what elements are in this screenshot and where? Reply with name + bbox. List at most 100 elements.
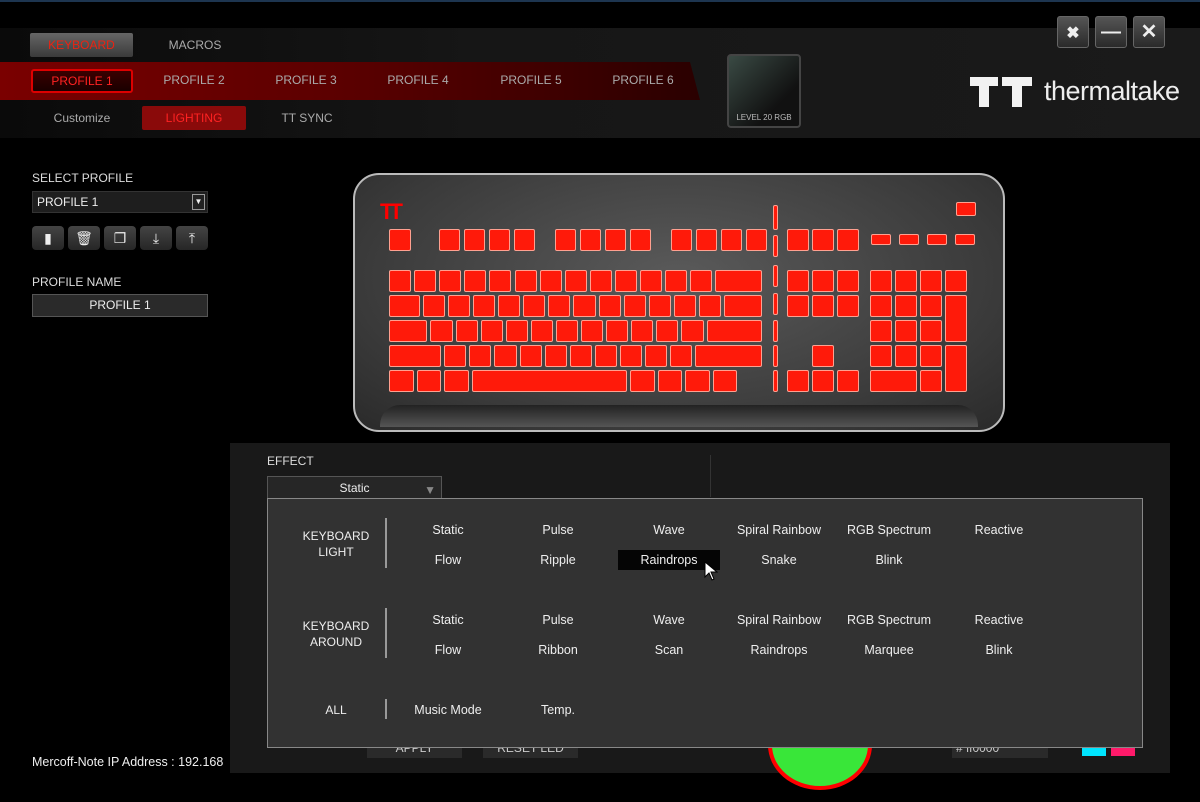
effect-option-flow[interactable]: Flow: [397, 640, 499, 660]
keyboard-key[interactable]: [623, 295, 646, 317]
keyboard-key[interactable]: [787, 270, 809, 292]
keyboard-key[interactable]: [812, 270, 834, 292]
keyboard-key[interactable]: [606, 320, 629, 342]
keyboard-key[interactable]: [464, 229, 485, 251]
keyboard-key[interactable]: [671, 229, 692, 251]
keyboard-key[interactable]: [746, 229, 767, 251]
effect-option-rgb-spectrum[interactable]: RGB Spectrum: [838, 520, 940, 540]
keyboard-key[interactable]: [489, 270, 512, 292]
keyboard-key[interactable]: [837, 229, 859, 251]
settings-button[interactable]: ✖: [1057, 16, 1089, 48]
keyboard-key[interactable]: [787, 229, 809, 251]
keyboard-key[interactable]: [581, 320, 604, 342]
keyboard-key[interactable]: [471, 370, 627, 392]
keyboard-key[interactable]: [523, 295, 546, 317]
profile-name-input[interactable]: PROFILE 1: [32, 294, 208, 317]
keyboard-key[interactable]: [787, 295, 809, 317]
tab-customize[interactable]: Customize: [37, 106, 127, 130]
keyboard-key[interactable]: [564, 270, 587, 292]
keyboard-key[interactable]: [665, 270, 688, 292]
keyboard-key[interactable]: [899, 234, 919, 245]
keyboard-key[interactable]: [955, 234, 975, 245]
effect-option-wave[interactable]: Wave: [618, 610, 720, 630]
keyboard-key[interactable]: [895, 295, 917, 317]
effect-option-static[interactable]: Static: [397, 610, 499, 630]
keyboard-key[interactable]: [530, 320, 553, 342]
keyboard-key[interactable]: [389, 370, 414, 392]
keyboard-key[interactable]: [673, 295, 696, 317]
keyboard-key[interactable]: [895, 270, 917, 292]
keyboard-key[interactable]: [670, 345, 693, 367]
keyboard-key[interactable]: [430, 320, 453, 342]
new-profile-button[interactable]: ▮: [32, 226, 64, 250]
keyboard-key[interactable]: [555, 229, 576, 251]
keyboard-key[interactable]: [812, 295, 834, 317]
keyboard-key[interactable]: [630, 229, 651, 251]
keyboard-key[interactable]: [773, 320, 778, 342]
keyboard-key[interactable]: [629, 370, 655, 392]
keyboard-key[interactable]: [787, 370, 809, 392]
keyboard-key[interactable]: [920, 295, 942, 317]
delete-profile-button[interactable]: 🗑: [68, 226, 100, 250]
effect-option-snake[interactable]: Snake: [728, 550, 830, 570]
effect-select[interactable]: Static ▼: [267, 476, 442, 498]
keyboard-key[interactable]: [945, 270, 967, 292]
device-thumbnail[interactable]: LEVEL 20 RGB: [727, 54, 801, 128]
tab-lighting[interactable]: LIGHTING: [142, 106, 246, 130]
keyboard-key[interactable]: [773, 345, 778, 367]
keyboard-key[interactable]: [927, 234, 947, 245]
close-button[interactable]: ✕: [1133, 16, 1165, 48]
keyboard-key[interactable]: [920, 345, 942, 367]
effect-option-pulse[interactable]: Pulse: [507, 610, 609, 630]
keyboard-key[interactable]: [837, 295, 859, 317]
keyboard-key[interactable]: [773, 235, 778, 257]
keyboard-key[interactable]: [455, 320, 478, 342]
keyboard-key[interactable]: [631, 320, 654, 342]
keyboard-key[interactable]: [514, 229, 535, 251]
keyboard-key[interactable]: [498, 295, 521, 317]
keyboard-key[interactable]: [389, 345, 442, 367]
keyboard-key[interactable]: [724, 295, 763, 317]
keyboard-key[interactable]: [870, 370, 917, 392]
keyboard-key[interactable]: [773, 370, 778, 392]
keyboard-key[interactable]: [681, 320, 704, 342]
effect-option-reactive[interactable]: Reactive: [948, 520, 1050, 540]
effect-option-static[interactable]: Static: [397, 520, 499, 540]
keyboard-key[interactable]: [464, 270, 487, 292]
effect-option-wave[interactable]: Wave: [618, 520, 720, 540]
keyboard-key[interactable]: [439, 229, 460, 251]
keyboard-key[interactable]: [416, 370, 442, 392]
keyboard-key[interactable]: [812, 370, 834, 392]
keyboard-key[interactable]: [422, 295, 445, 317]
keyboard-key[interactable]: [614, 270, 637, 292]
tab-profile-5[interactable]: PROFILE 5: [481, 68, 581, 92]
keyboard-key[interactable]: [389, 320, 428, 342]
keyboard-key[interactable]: [698, 295, 722, 317]
keyboard-key[interactable]: [514, 270, 537, 292]
keyboard-key[interactable]: [712, 370, 738, 392]
keyboard-key[interactable]: [439, 270, 462, 292]
keyboard-key[interactable]: [870, 320, 892, 342]
tab-keyboard[interactable]: KEYBOARD: [30, 33, 133, 57]
keyboard-key[interactable]: [645, 345, 668, 367]
keyboard-key[interactable]: [920, 270, 942, 292]
effect-option-blink[interactable]: Blink: [948, 640, 1050, 660]
keyboard-key[interactable]: [544, 345, 567, 367]
effect-option-ribbon[interactable]: Ribbon: [507, 640, 609, 660]
keyboard-key[interactable]: [489, 229, 510, 251]
keyboard-key[interactable]: [505, 320, 528, 342]
keyboard-key[interactable]: [837, 370, 859, 392]
keyboard-key[interactable]: [812, 345, 834, 367]
keyboard-key[interactable]: [773, 205, 778, 230]
tab-profile-2[interactable]: PROFILE 2: [144, 68, 244, 92]
keyboard-key[interactable]: [895, 345, 917, 367]
effect-option-marquee[interactable]: Marquee: [838, 640, 940, 660]
tab-profile-6[interactable]: PROFILE 6: [593, 68, 693, 92]
keyboard-key[interactable]: [690, 270, 713, 292]
keyboard-key[interactable]: [444, 345, 467, 367]
keyboard-key[interactable]: [870, 270, 892, 292]
keyboard-key[interactable]: [447, 295, 471, 317]
effect-option-rgb-spectrum[interactable]: RGB Spectrum: [838, 610, 940, 630]
keyboard-key[interactable]: [605, 229, 626, 251]
effect-option-raindrops[interactable]: Raindrops: [728, 640, 830, 660]
